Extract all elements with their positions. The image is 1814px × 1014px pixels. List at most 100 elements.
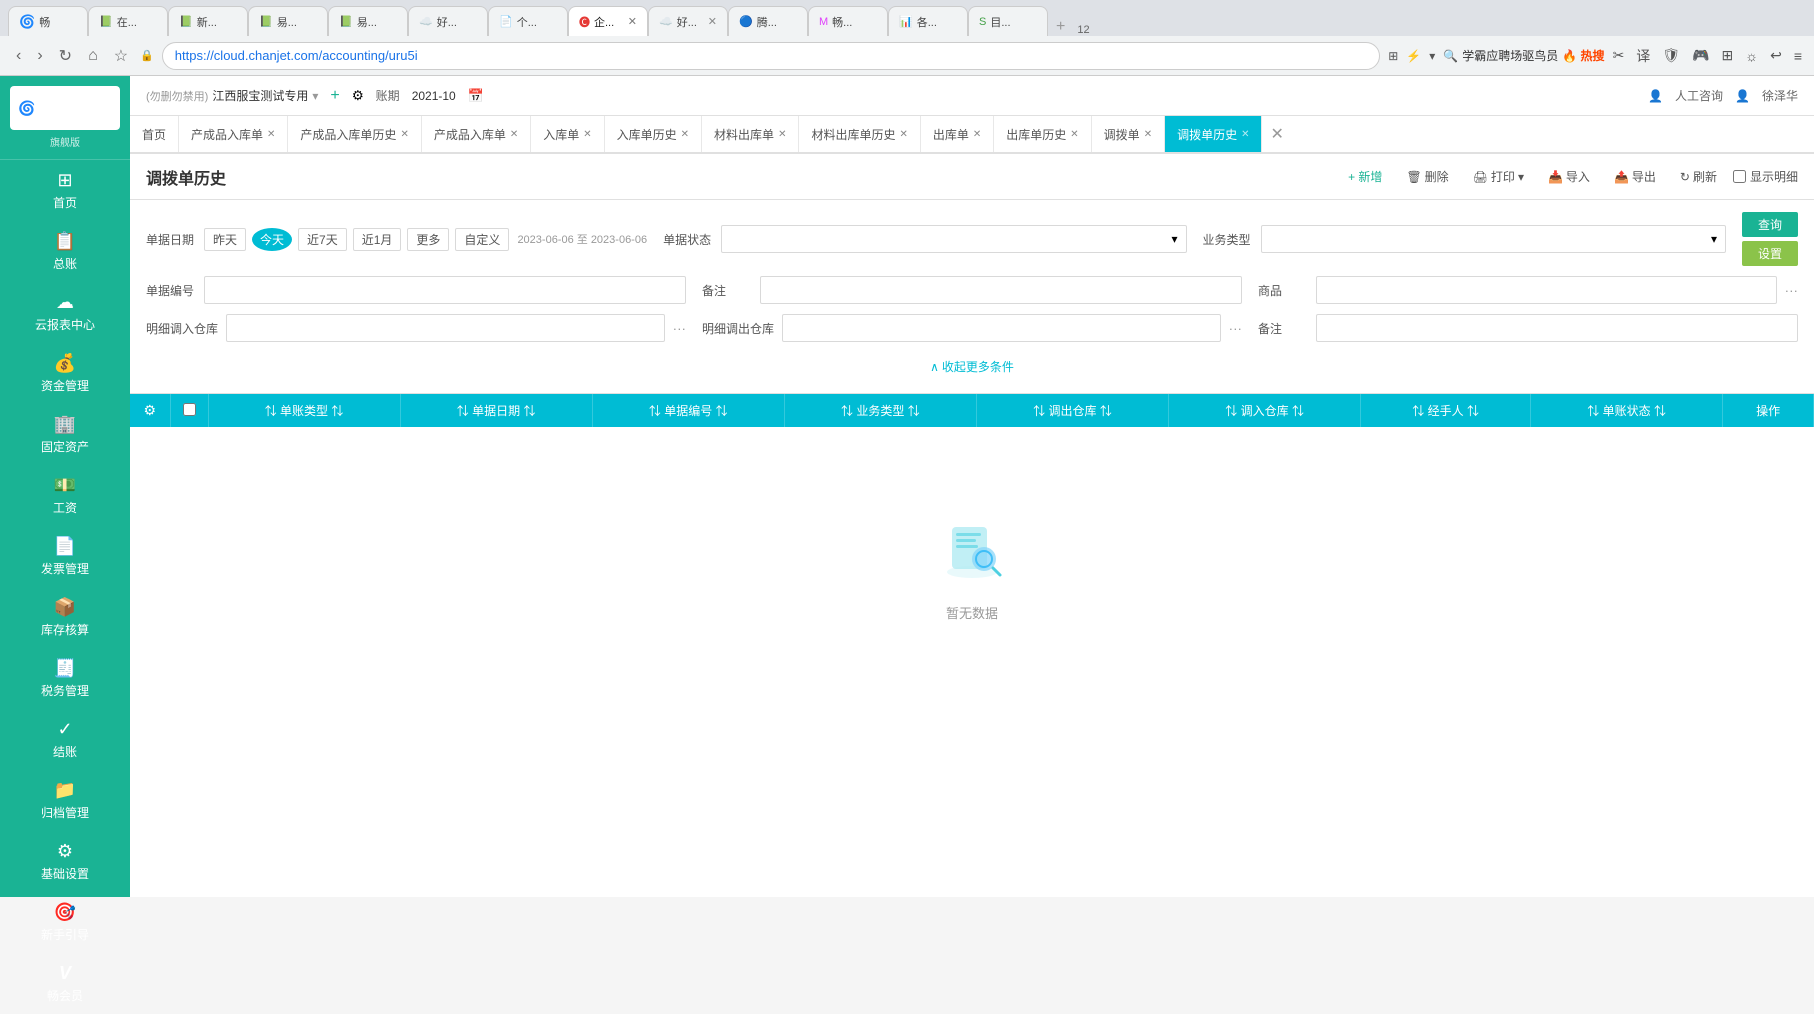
browser-tab-2[interactable]: 📗 在...: [88, 6, 168, 36]
sidebar-item-settings[interactable]: ⚙ 基础设置: [0, 831, 130, 892]
docno-input[interactable]: [204, 276, 686, 304]
support-label[interactable]: 人工咨询: [1675, 87, 1723, 104]
print-button[interactable]: 🖨 打印 ▾: [1465, 164, 1532, 189]
page-tab-11-active[interactable]: 调拨单历史 ✕: [1165, 116, 1262, 153]
goods-picker[interactable]: ···: [1785, 283, 1798, 298]
sidebar-item-salary[interactable]: 💵 工资: [0, 465, 130, 526]
new-tab-button[interactable]: +: [1048, 18, 1073, 36]
browser-tab-12[interactable]: 📊 各...: [888, 6, 968, 36]
th-from-warehouse[interactable]: ⇅ 调出仓库 ⇅: [976, 394, 1168, 427]
date-1month[interactable]: 近1月: [353, 228, 402, 251]
back-button[interactable]: ‹: [12, 43, 25, 69]
sidebar-item-reports[interactable]: ☁ 云报表中心: [0, 282, 130, 343]
delete-button[interactable]: 🗑 删除: [1398, 164, 1456, 189]
close-tab-8[interactable]: ✕: [973, 129, 981, 140]
page-tab-3[interactable]: 产成品入库单 ✕: [422, 116, 531, 153]
company-selector[interactable]: (勿删勿禁用) 江西服宝测试专用 ▾: [146, 87, 318, 104]
sidebar-item-member[interactable]: V 畅会员: [0, 953, 130, 1014]
close-tab-11[interactable]: ✕: [1241, 129, 1249, 140]
page-tab-4[interactable]: 入库单 ✕: [531, 116, 604, 153]
url-input[interactable]: [162, 42, 1380, 70]
close-tab-6[interactable]: ✕: [778, 129, 786, 140]
add-company-button[interactable]: +: [330, 87, 339, 105]
browser-tab-7[interactable]: 📄 个...: [488, 6, 568, 36]
date-custom[interactable]: 自定义: [455, 228, 509, 251]
sidebar-item-inventory[interactable]: 📦 库存核算: [0, 587, 130, 648]
page-tab-7[interactable]: 材料出库单历史 ✕: [799, 116, 920, 153]
th-doc-no[interactable]: ⇅ 单据编号 ⇅: [592, 394, 784, 427]
date-7days[interactable]: 近7天: [298, 228, 347, 251]
th-checkbox[interactable]: [170, 394, 208, 427]
remark-input[interactable]: [760, 276, 1242, 304]
th-doc-type[interactable]: ⇅ 单账类型 ⇅: [208, 394, 400, 427]
th-doc-date[interactable]: ⇅ 单据日期 ⇅: [400, 394, 592, 427]
close-all-tabs-button[interactable]: ✕: [1262, 124, 1291, 144]
close-tab-10[interactable]: ✕: [1144, 129, 1152, 140]
collapse-button[interactable]: ∧ 收起更多条件: [930, 358, 1014, 375]
close-tab-3[interactable]: ✕: [510, 129, 518, 140]
from-warehouse-picker[interactable]: ···: [673, 321, 686, 336]
refresh-button-page[interactable]: ↻ 刷新: [1672, 164, 1725, 189]
browser-tab-6[interactable]: ☁️ 好...: [408, 6, 488, 36]
th-handler[interactable]: ⇅ 经手人 ⇅: [1361, 394, 1531, 427]
sidebar-item-assets[interactable]: 🏢 固定资产: [0, 404, 130, 465]
remark2-input[interactable]: [1316, 314, 1798, 342]
show-all-input[interactable]: [1733, 170, 1746, 183]
browser-tab-5[interactable]: 📗 易...: [328, 6, 408, 36]
show-all-checkbox[interactable]: 显示明细: [1733, 168, 1798, 185]
date-yesterday[interactable]: 昨天: [204, 228, 246, 251]
status-dropdown[interactable]: ▾: [721, 225, 1186, 253]
page-tab-10[interactable]: 调拨单 ✕: [1092, 116, 1165, 153]
date-today[interactable]: 今天: [252, 228, 292, 251]
new-button[interactable]: + 新增: [1340, 164, 1390, 189]
sidebar-item-archive[interactable]: 📁 归档管理: [0, 770, 130, 831]
close-tab-4[interactable]: ✕: [583, 129, 591, 140]
browser-tab-1[interactable]: 🌀 畅: [8, 6, 88, 36]
import-button[interactable]: 📥 导入: [1540, 164, 1598, 189]
page-tab-8[interactable]: 出库单 ✕: [921, 116, 994, 153]
page-tab-6[interactable]: 材料出库单 ✕: [702, 116, 799, 153]
to-warehouse-input[interactable]: [782, 314, 1221, 342]
sidebar-item-ledger[interactable]: 📋 总账: [0, 221, 130, 282]
close-tab-2[interactable]: ✕: [400, 129, 408, 140]
forward-button[interactable]: ›: [33, 43, 46, 69]
from-warehouse-input[interactable]: [226, 314, 665, 342]
browser-tab-13[interactable]: S 目...: [968, 6, 1048, 36]
page-tab-5[interactable]: 入库单历史 ✕: [605, 116, 702, 153]
browser-tab-10[interactable]: 🔵 腾...: [728, 6, 808, 36]
close-tab-9[interactable]: ✕: [1070, 129, 1078, 140]
company-settings-button[interactable]: ⚙: [352, 88, 364, 104]
browser-tab-4[interactable]: 📗 易...: [248, 6, 328, 36]
goods-input[interactable]: [1316, 276, 1777, 304]
close-tab-5[interactable]: ✕: [681, 129, 689, 140]
home-button[interactable]: ⌂: [84, 43, 102, 69]
query-button[interactable]: 查询: [1742, 212, 1798, 237]
browser-tab-9[interactable]: ☁️ 好... ✕: [648, 6, 728, 36]
biztype-dropdown[interactable]: ▾: [1261, 225, 1726, 253]
th-biz-type[interactable]: ⇅ 业务类型 ⇅: [784, 394, 976, 427]
page-tab-1[interactable]: 产成品入库单 ✕: [179, 116, 288, 153]
th-doc-status[interactable]: ⇅ 单账状态 ⇅: [1531, 394, 1723, 427]
refresh-button[interactable]: ↻: [55, 42, 76, 70]
browser-tab-3[interactable]: 📗 新...: [168, 6, 248, 36]
bookmark-button[interactable]: ☆: [110, 42, 132, 70]
sidebar-item-funds[interactable]: 💰 资金管理: [0, 343, 130, 404]
date-more[interactable]: 更多: [407, 228, 449, 251]
page-tab-home[interactable]: 首页: [130, 116, 179, 153]
page-tab-9[interactable]: 出库单历史 ✕: [994, 116, 1091, 153]
select-all-checkbox[interactable]: [183, 403, 196, 416]
browser-tab-active[interactable]: 🅒 企... ✕: [568, 6, 648, 36]
th-to-warehouse[interactable]: ⇅ 调入仓库 ⇅: [1169, 394, 1361, 427]
browser-tab-11[interactable]: M 畅...: [808, 6, 888, 36]
settings-search-button[interactable]: 设置: [1742, 241, 1798, 266]
sidebar-item-close[interactable]: ✓ 结账: [0, 709, 130, 770]
sidebar-item-guide[interactable]: 🎯 新手引导: [0, 892, 130, 953]
page-tab-2[interactable]: 产成品入库单历史 ✕: [288, 116, 421, 153]
close-tab-7[interactable]: ✕: [899, 129, 907, 140]
th-gear[interactable]: ⚙: [130, 394, 170, 427]
sidebar-item-tax[interactable]: 🧾 税务管理: [0, 648, 130, 709]
to-warehouse-picker[interactable]: ···: [1229, 321, 1242, 336]
sidebar-item-home[interactable]: ⊞ 首页: [0, 160, 130, 221]
close-tab-1[interactable]: ✕: [267, 129, 275, 140]
export-button[interactable]: 📤 导出: [1606, 164, 1664, 189]
